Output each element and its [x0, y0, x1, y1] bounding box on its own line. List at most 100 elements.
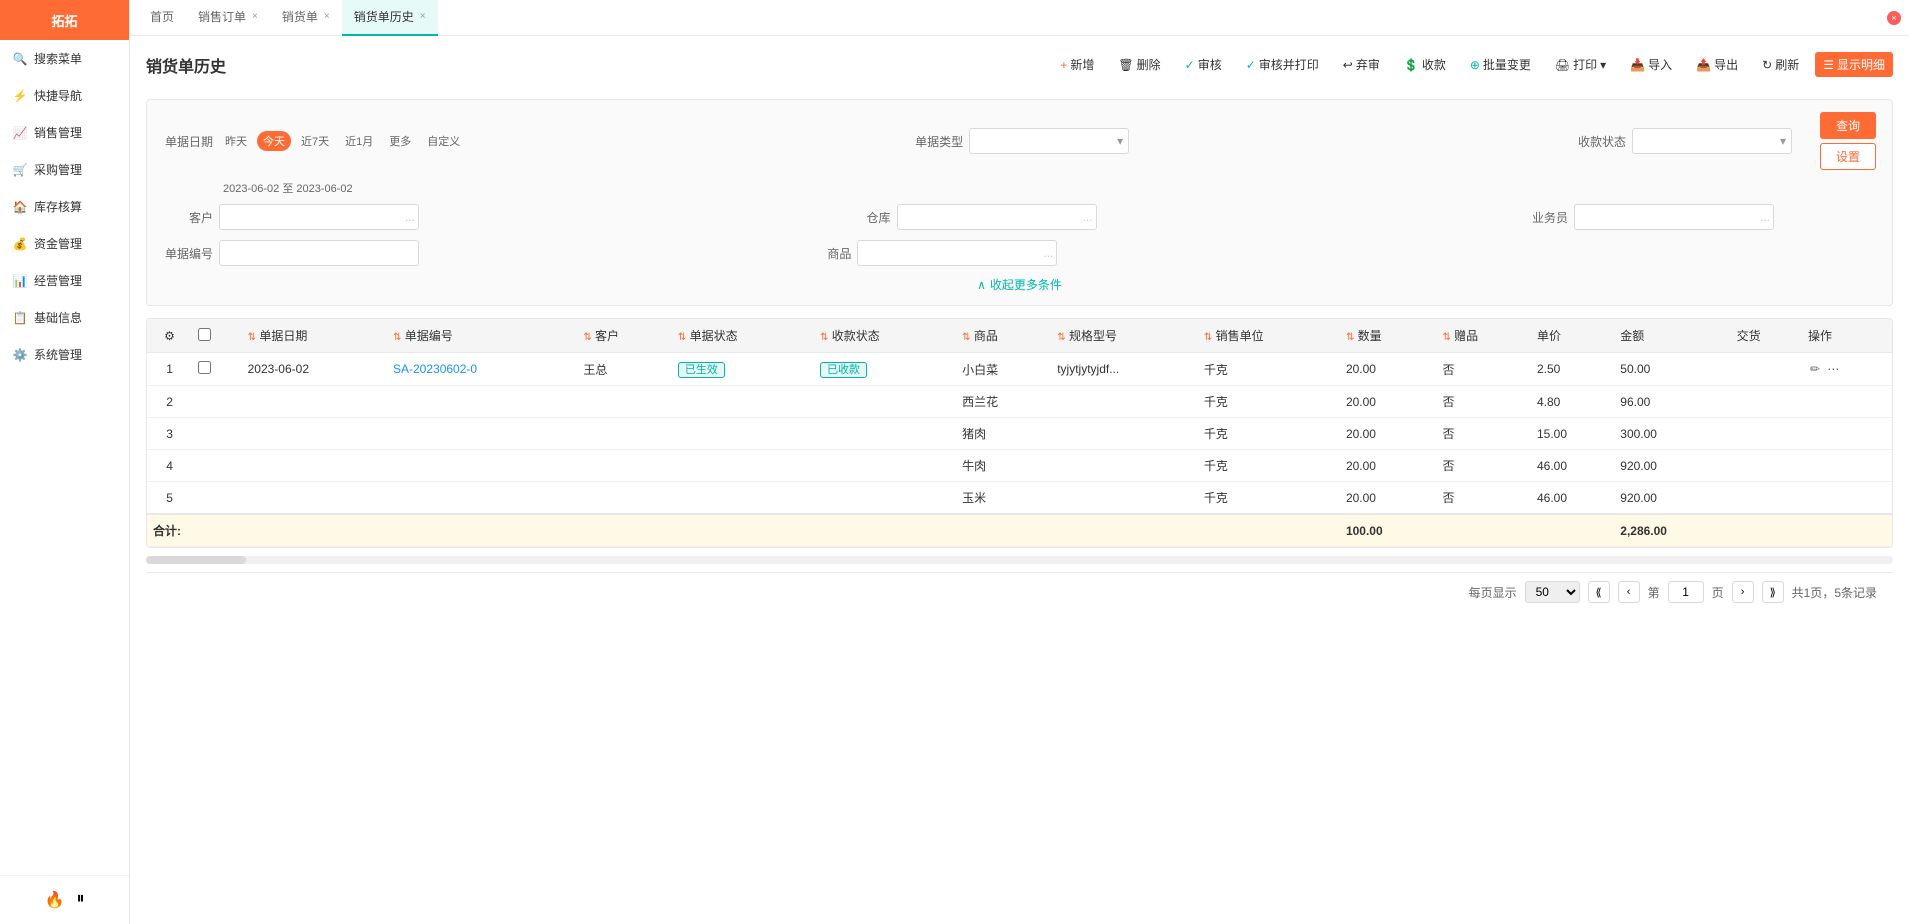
sidebar-item-inventory[interactable]: 🏠 库存核算 — [0, 188, 129, 225]
tab-close-sales-order[interactable]: × — [252, 11, 258, 22]
abandon-button[interactable]: ↩ 弃审 — [1335, 52, 1388, 77]
date-chip-custom[interactable]: 自定义 — [421, 131, 466, 151]
cell-pay-status: 已收款 — [814, 353, 956, 386]
cell-amount: 96.00 — [1614, 386, 1730, 418]
col-doc-status[interactable]: ⇅ 单据状态 — [672, 319, 814, 353]
warehouse-ellipsis[interactable]: ... — [1083, 210, 1093, 224]
col-spec[interactable]: ⇅ 规格型号 — [1051, 319, 1198, 353]
col-goods[interactable]: ⇅ 商品 — [956, 319, 1051, 353]
cell-action — [1802, 450, 1892, 482]
filter-goods: 商品 ... — [801, 240, 1053, 266]
filter-business: 业务员 ... — [1518, 204, 1770, 230]
tab-bar: 首页 销售订单 × 销货单 × 销货单历史 × × — [130, 0, 1909, 36]
scroll-bar-area — [146, 548, 1893, 572]
tab-close-sales-history[interactable]: × — [420, 11, 426, 22]
total-end-spacer — [1731, 514, 1892, 547]
window-close-button[interactable]: × — [1887, 11, 1901, 25]
export-icon: 📤 — [1696, 58, 1711, 72]
cell-goods: 小白菜 — [956, 353, 1051, 386]
docno-input[interactable] — [219, 240, 419, 266]
cell-trade — [1731, 482, 1802, 515]
cell-spec — [1051, 418, 1198, 450]
per-page-select[interactable]: 50 20 100 — [1525, 581, 1580, 603]
query-button[interactable]: 查询 — [1820, 112, 1876, 139]
tab-home[interactable]: 首页 — [138, 0, 186, 36]
scroll-thumb[interactable] — [146, 556, 246, 564]
delete-button[interactable]: 🗑 删除 — [1110, 52, 1168, 77]
refresh-button[interactable]: ↻ 刷新 — [1754, 52, 1807, 77]
row-checkbox[interactable] — [198, 361, 211, 374]
horizontal-scrollbar[interactable] — [146, 556, 1893, 564]
sort-icon: ⇅ — [962, 332, 970, 343]
col-qty[interactable]: ⇅ 数量 — [1340, 319, 1436, 353]
table-row: 1 2023-06-02 SA-20230602-0 王总 已生效 已收款 小白… — [147, 353, 1892, 386]
filter-row-1: 单据日期 昨天 今天 近7天 近1月 更多 自定义 单据类型 — [163, 112, 1876, 170]
table-header-row: ⚙ ⇅ 单据日期 ⇅ 单据编号 ⇅ 客户 ⇅ 单据状态 ⇅ 收款状态 ⇅ 商品 … — [147, 319, 1892, 353]
sidebar-item-search[interactable]: 🔍 搜索菜单 — [0, 40, 129, 77]
next-page-button[interactable]: › — [1732, 581, 1754, 603]
setting-button[interactable]: 设置 — [1820, 143, 1876, 170]
cell-amount: 920.00 — [1614, 482, 1730, 515]
first-page-button[interactable]: ⟪ — [1588, 581, 1610, 603]
batch-change-button[interactable]: ⊕ 批量变更 — [1462, 52, 1539, 77]
import-button[interactable]: 📥 导入 — [1622, 52, 1680, 77]
edit-action-button[interactable]: ✏ — [1808, 360, 1822, 378]
sidebar-item-quicknav[interactable]: ⚡ 快捷导航 — [0, 77, 129, 114]
cell-checkbox — [192, 450, 242, 482]
goods-input[interactable] — [857, 240, 1057, 266]
collapse-icon: ∧ — [977, 278, 986, 292]
col-gift[interactable]: ⇅ 赠品 — [1436, 319, 1531, 353]
goods-ellipsis[interactable]: ... — [1043, 246, 1053, 260]
col-customer[interactable]: ⇅ 客户 — [577, 319, 672, 353]
prev-page-button[interactable]: ‹ — [1618, 581, 1640, 603]
business-ellipsis[interactable]: ... — [1760, 210, 1770, 224]
export-button[interactable]: 📤 导出 — [1688, 52, 1746, 77]
sidebar-item-finance[interactable]: 💰 资金管理 — [0, 225, 129, 262]
date-chip-7days[interactable]: 近7天 — [295, 131, 335, 151]
more-action-button[interactable]: ⋯ — [1825, 360, 1841, 378]
fire-icon[interactable]: 🔥 — [45, 890, 65, 910]
col-settings[interactable]: ⚙ — [147, 319, 192, 353]
date-chip-today[interactable]: 今天 — [257, 131, 291, 151]
doc-no-link[interactable]: SA-20230602-0 — [393, 362, 477, 376]
main-area: 首页 销售订单 × 销货单 × 销货单历史 × × 销货单历史 + 新增 — [130, 0, 1909, 924]
page-number-input[interactable] — [1668, 581, 1704, 603]
sidebar-item-basic-info[interactable]: 📋 基础信息 — [0, 299, 129, 336]
sidebar-item-sales[interactable]: 📈 销售管理 — [0, 114, 129, 151]
collect-button[interactable]: 💲 收款 — [1396, 52, 1454, 77]
date-chip-1month[interactable]: 近1月 — [339, 131, 379, 151]
col-pay-status[interactable]: ⇅ 收款状态 — [814, 319, 956, 353]
doctype-select[interactable] — [969, 128, 1129, 154]
collapse-button[interactable]: ∧ 收起更多条件 — [163, 276, 1876, 293]
col-unit[interactable]: ⇅ 销售单位 — [1198, 319, 1340, 353]
pause-icon[interactable]: ⏸ — [76, 890, 84, 910]
new-button[interactable]: + 新增 — [1052, 52, 1102, 77]
col-doc-date[interactable]: ⇅ 单据日期 — [242, 319, 387, 353]
pay-status-badge: 已收款 — [820, 362, 867, 378]
sidebar-item-system[interactable]: ⚙️ 系统管理 — [0, 336, 129, 373]
sort-icon: ⇅ — [1442, 332, 1450, 343]
print-button[interactable]: 🖨 打印 ▾ — [1547, 52, 1614, 77]
audit-print-button[interactable]: ✓ 审核并打印 — [1238, 52, 1327, 77]
customer-input[interactable] — [219, 204, 419, 230]
tab-sales-order[interactable]: 销售订单 × — [186, 0, 270, 36]
tab-close-sales-delivery[interactable]: × — [324, 11, 330, 22]
customer-ellipsis[interactable]: ... — [405, 210, 415, 224]
sidebar-item-purchase[interactable]: 🛒 采购管理 — [0, 151, 129, 188]
cell-price: 46.00 — [1531, 482, 1614, 515]
last-page-button[interactable]: ⟫ — [1762, 581, 1784, 603]
date-chip-more[interactable]: 更多 — [383, 131, 417, 151]
audit-button[interactable]: ✓ 审核 — [1177, 52, 1230, 77]
business-input[interactable] — [1574, 204, 1774, 230]
select-all-checkbox[interactable] — [198, 328, 211, 341]
paystatus-select[interactable] — [1632, 128, 1792, 154]
sidebar-item-operations[interactable]: 📊 经营管理 — [0, 262, 129, 299]
col-doc-no[interactable]: ⇅ 单据编号 — [387, 319, 577, 353]
show-detail-button[interactable]: ☰ 显示明细 — [1815, 52, 1893, 77]
sort-icon: ⇅ — [1346, 332, 1354, 343]
date-chip-yesterday[interactable]: 昨天 — [219, 131, 253, 151]
tab-sales-delivery[interactable]: 销货单 × — [270, 0, 342, 36]
warehouse-input[interactable] — [897, 204, 1097, 230]
cell-doc-date — [242, 450, 387, 482]
tab-sales-history[interactable]: 销货单历史 × — [342, 0, 438, 36]
